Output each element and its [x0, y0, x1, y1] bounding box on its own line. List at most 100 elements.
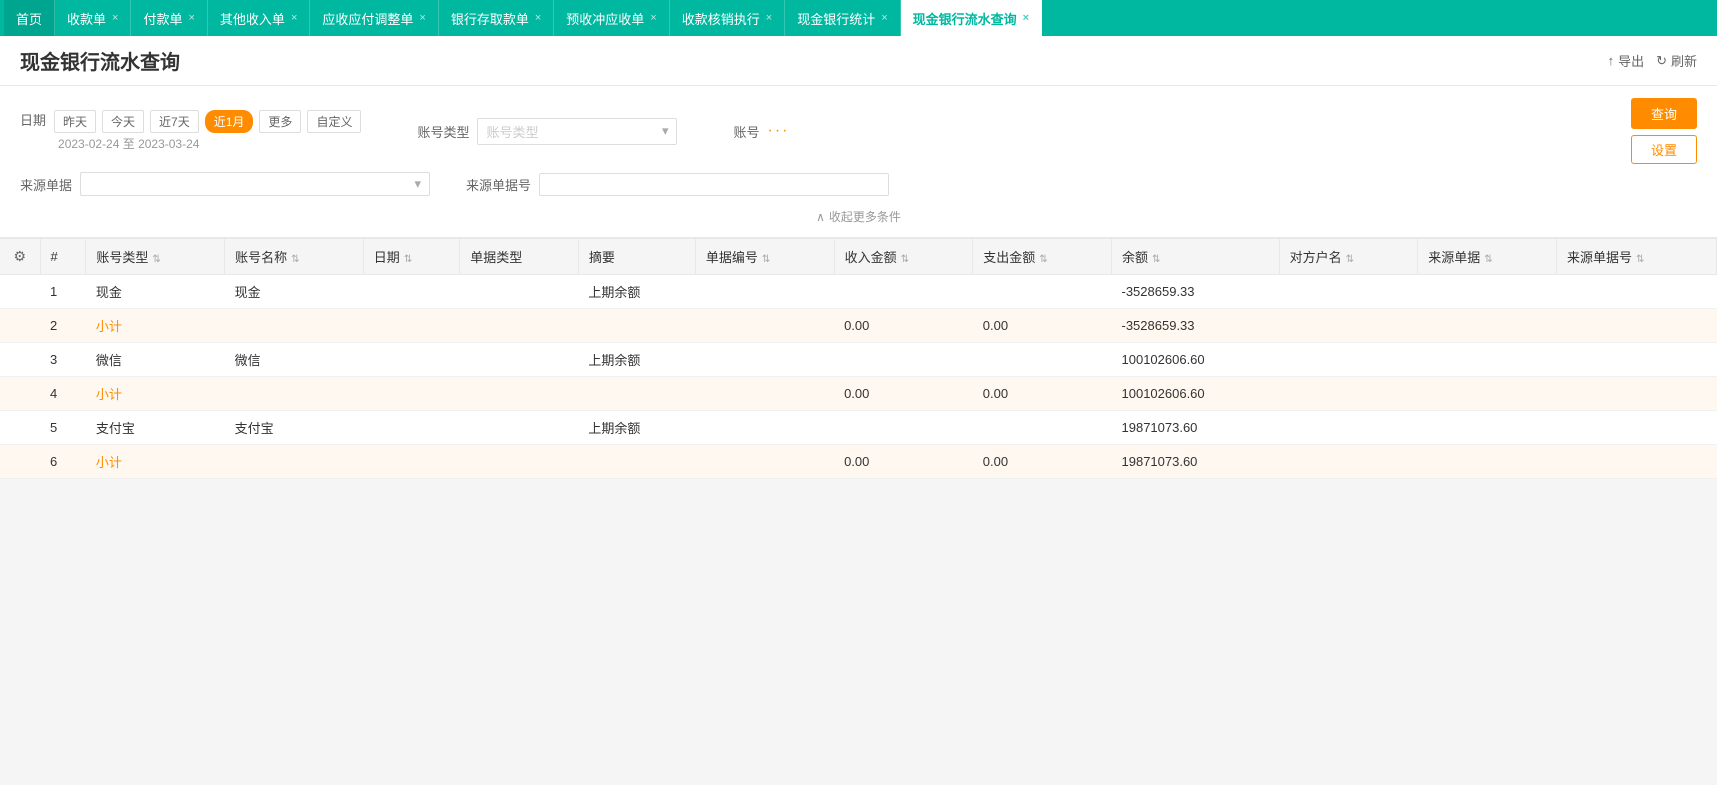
refresh-button[interactable]: ↻ 刷新: [1656, 51, 1697, 70]
td-expense: [973, 275, 1112, 309]
col-source-doc[interactable]: 来源单据⇅: [1418, 239, 1557, 275]
source-doc-select[interactable]: ▾: [80, 172, 430, 196]
account-type-arrow: ▾: [662, 123, 669, 139]
td-source-doc-no: [1557, 445, 1717, 479]
nav-item-other-income[interactable]: 其他收入单 ×: [208, 0, 310, 36]
date-btn-more[interactable]: 更多: [259, 110, 301, 133]
td-counterpart: [1279, 445, 1418, 479]
col-account-type[interactable]: 账号类型⇅: [86, 239, 225, 275]
col-account-name[interactable]: 账号名称⇅: [225, 239, 364, 275]
td-income: 0.00: [834, 445, 973, 479]
col-settings[interactable]: ⚙: [0, 239, 40, 275]
account-type-placeholder: 账号类型: [486, 122, 538, 141]
nav-item-payment[interactable]: 付款单 ×: [131, 0, 207, 36]
date-btn-yesterday[interactable]: 昨天: [54, 110, 96, 133]
date-btn-1month[interactable]: 近1月: [205, 110, 254, 133]
td-balance: 19871073.60: [1112, 445, 1280, 479]
page-title: 现金银行流水查询: [20, 46, 180, 75]
table-row[interactable]: 2小计0.000.00-3528659.33: [0, 309, 1717, 343]
nav-item-home[interactable]: 首页: [4, 0, 55, 36]
col-summary: 摘要: [578, 239, 695, 275]
col-expense[interactable]: 支出金额⇅: [973, 239, 1112, 275]
col-balance[interactable]: 余额⇅: [1112, 239, 1280, 275]
td-account-name: [225, 445, 364, 479]
td-counterpart: [1279, 275, 1418, 309]
td-income: [834, 411, 973, 445]
nav-home-label: 首页: [16, 9, 42, 28]
nav-receipt-close[interactable]: ×: [112, 12, 118, 24]
nav-cash-bank-flow-close[interactable]: ×: [1023, 12, 1029, 24]
table-row[interactable]: 6小计0.000.0019871073.60: [0, 445, 1717, 479]
td-expense: 0.00: [973, 309, 1112, 343]
account-more-btn[interactable]: ···: [767, 122, 789, 140]
td-doc-no: [695, 411, 834, 445]
td-date: [363, 309, 459, 343]
td-source-doc-no: [1557, 377, 1717, 411]
td-counterpart: [1279, 411, 1418, 445]
col-doc-no[interactable]: 单据编号⇅: [695, 239, 834, 275]
sort-icon-expense: ⇅: [1039, 254, 1047, 265]
nav-item-prepay-offset[interactable]: 预收冲应收单 ×: [554, 0, 669, 36]
account-type-select[interactable]: 账号类型 ▾: [477, 118, 677, 145]
sort-icon-doc-no: ⇅: [762, 254, 770, 265]
page-header: 现金银行流水查询 ↑ 导出 ↻ 刷新: [0, 36, 1717, 86]
date-btn-today[interactable]: 今天: [102, 110, 144, 133]
td-balance: 19871073.60: [1112, 411, 1280, 445]
nav-cash-bank-stat-close[interactable]: ×: [881, 12, 887, 24]
date-btn-7days[interactable]: 近7天: [150, 110, 199, 133]
nav-bank-deposit-label: 银行存取款单: [451, 9, 529, 28]
nav-prepay-close[interactable]: ×: [650, 12, 656, 24]
nav-item-bank-deposit[interactable]: 银行存取款单 ×: [439, 0, 554, 36]
header-row: ⚙ # 账号类型⇅ 账号名称⇅ 日期⇅ 单据类型 摘要 单据编号⇅ 收入金额⇅ …: [0, 239, 1717, 275]
date-btn-custom[interactable]: 自定义: [307, 110, 361, 133]
col-source-doc-no[interactable]: 来源单据号⇅: [1557, 239, 1717, 275]
nav-item-cash-bank-flow[interactable]: 现金银行流水查询 ×: [901, 0, 1042, 36]
settings-button[interactable]: 设置: [1631, 135, 1697, 164]
td-summary: [578, 445, 695, 479]
td-income: [834, 275, 973, 309]
col-counterpart[interactable]: 对方户名⇅: [1279, 239, 1418, 275]
td-expense: 0.00: [973, 445, 1112, 479]
nav-item-ar-ap-adjust[interactable]: 应收应付调整单 ×: [310, 0, 438, 36]
td-source-doc-no: [1557, 309, 1717, 343]
right-buttons: 查询 设置: [1631, 98, 1697, 164]
sort-icon-source-doc-no: ⇅: [1636, 254, 1644, 265]
col-income[interactable]: 收入金额⇅: [834, 239, 973, 275]
date-options-col: 昨天 今天 近7天 近1月 更多 自定义 2023-02-24 至 2023-0…: [54, 110, 361, 152]
query-button[interactable]: 查询: [1631, 98, 1697, 129]
table-row[interactable]: 1现金现金上期余额-3528659.33: [0, 275, 1717, 309]
td-income: 0.00: [834, 309, 973, 343]
td-account-type: 小计: [86, 377, 225, 411]
nav-receipt-verify-close[interactable]: ×: [766, 12, 772, 24]
nav-item-receipt-verify[interactable]: 收款核销执行 ×: [670, 0, 785, 36]
source-doc-no-input[interactable]: [539, 173, 889, 196]
td-source-doc: [1418, 445, 1557, 479]
td-source-doc: [1418, 343, 1557, 377]
main-table: ⚙ # 账号类型⇅ 账号名称⇅ 日期⇅ 单据类型 摘要 单据编号⇅ 收入金额⇅ …: [0, 238, 1717, 479]
nav-payment-close[interactable]: ×: [188, 12, 194, 24]
nav-other-income-close[interactable]: ×: [291, 12, 297, 24]
td-date: [363, 411, 459, 445]
td-doc-no: [695, 445, 834, 479]
col-date[interactable]: 日期⇅: [363, 239, 459, 275]
nav-bank-deposit-close[interactable]: ×: [535, 12, 541, 24]
filter-row-2: 来源单据 ▾ 来源单据号: [20, 172, 1697, 196]
td-account-type: 小计: [86, 445, 225, 479]
td-account-name: 现金: [225, 275, 364, 309]
collapse-bar[interactable]: ∧ 收起更多条件: [20, 204, 1697, 229]
account-label: 账号: [733, 122, 759, 141]
table-row[interactable]: 4小计0.000.00100102606.60: [0, 377, 1717, 411]
export-button[interactable]: ↑ 导出: [1608, 51, 1645, 70]
table-row[interactable]: 5支付宝支付宝上期余额19871073.60: [0, 411, 1717, 445]
nav-item-receipt[interactable]: 收款单 ×: [55, 0, 131, 36]
settings-gear-icon[interactable]: ⚙: [13, 248, 26, 264]
td-income: [834, 343, 973, 377]
td-account-type: 微信: [86, 343, 225, 377]
nav-ar-ap-close[interactable]: ×: [419, 12, 425, 24]
td-account-name: [225, 309, 364, 343]
nav-item-cash-bank-stat[interactable]: 现金银行统计 ×: [785, 0, 900, 36]
td-balance: -3528659.33: [1112, 275, 1280, 309]
table-row[interactable]: 3微信微信上期余额100102606.60: [0, 343, 1717, 377]
nav-cash-bank-flow-label: 现金银行流水查询: [913, 9, 1017, 28]
nav-other-income-label: 其他收入单: [220, 9, 285, 28]
